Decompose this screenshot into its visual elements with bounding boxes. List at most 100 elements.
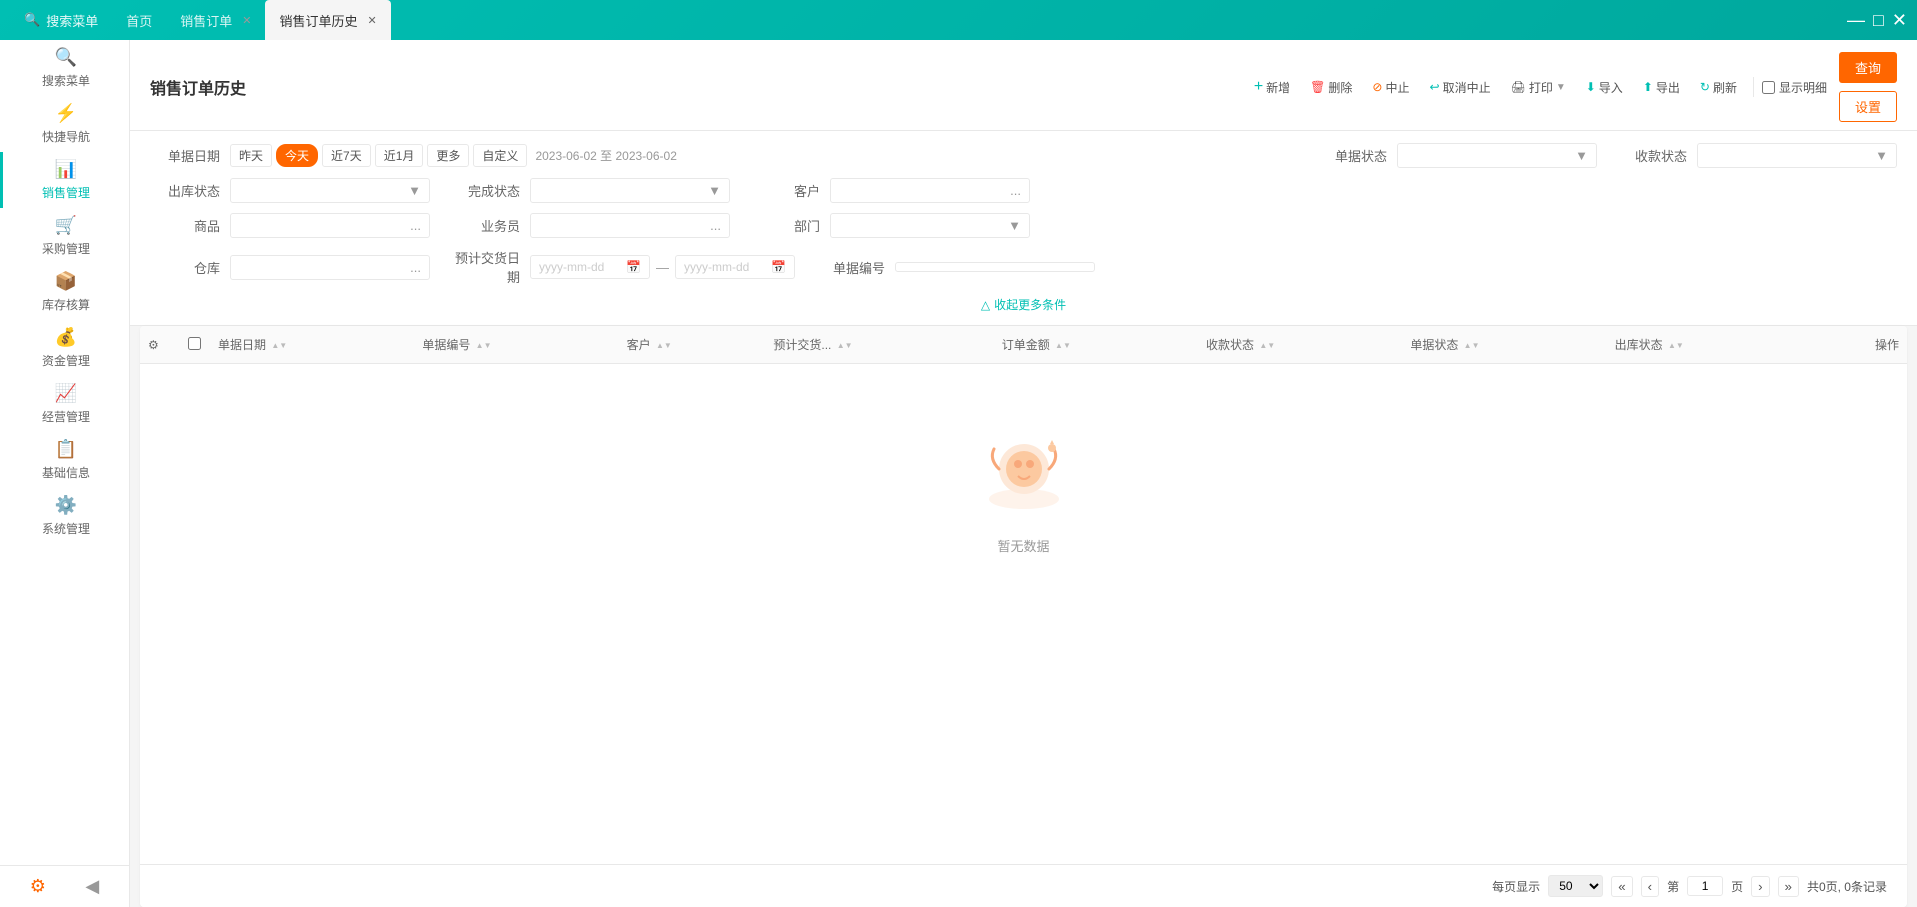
settings-col-header[interactable]: ⚙ <box>140 326 180 364</box>
th-amount-label: 订单金额 <box>1002 338 1050 352</box>
date-btn-last7[interactable]: 近7天 <box>322 144 371 167</box>
complete-status-select[interactable]: ▼ <box>530 178 730 203</box>
page-size-select[interactable]: 50 10 20 100 <box>1548 875 1603 897</box>
pay-status-select[interactable]: ▼ <box>1697 143 1897 168</box>
main-layout: 🔍 搜索菜单 ⚡ 快捷导航 📊 销售管理 🛒 采购管理 📦 库存核算 💰 资金管… <box>0 40 1917 907</box>
th-out-status-sort: ▲▼ <box>1668 342 1684 350</box>
settings-button[interactable]: 设置 <box>1839 91 1897 122</box>
import-button[interactable]: ⬇ 导入 <box>1578 74 1631 101</box>
th-ops: 操作 <box>1811 326 1907 364</box>
toolbar-divider <box>1753 77 1754 97</box>
sidebar-item-finance[interactable]: 💰 资金管理 <box>0 320 129 376</box>
complete-status-label: 完成状态 <box>450 181 530 200</box>
sidebar-item-purchase[interactable]: 🛒 采购管理 <box>0 208 129 264</box>
refresh-button[interactable]: ↻ 刷新 <box>1692 74 1745 101</box>
date-label: 单据日期 <box>150 146 230 165</box>
sidebar-item-search[interactable]: 🔍 搜索菜单 <box>0 40 129 96</box>
date-btn-today[interactable]: 今天 <box>276 144 318 167</box>
th-customer[interactable]: 客户 ▲▼ <box>619 326 766 364</box>
select-all-checkbox[interactable] <box>188 337 201 350</box>
first-page-btn[interactable]: « <box>1611 876 1632 897</box>
minimize-btn[interactable]: — <box>1847 10 1865 31</box>
tab-sales-order-close[interactable]: ✕ <box>242 14 251 27</box>
out-status-select[interactable]: ▼ <box>230 178 430 203</box>
new-icon: + <box>1254 78 1263 96</box>
date-btn-last1month[interactable]: 近1月 <box>375 144 424 167</box>
stop-icon: ⊘ <box>1372 80 1382 94</box>
table-header-row: ⚙ 单据日期 ▲▼ 单据编号 ▲▼ <box>140 326 1907 364</box>
salesperson-ellipsis-icon[interactable]: ... <box>710 218 721 233</box>
th-delivery[interactable]: 预计交货... ▲▼ <box>765 326 993 364</box>
page-number-input[interactable] <box>1687 876 1723 896</box>
order-status-select[interactable]: ▼ <box>1397 143 1597 168</box>
sidebar-item-operations[interactable]: 📈 经营管理 <box>0 376 129 432</box>
close-window-btn[interactable]: ✕ <box>1892 10 1907 31</box>
query-button[interactable]: 查询 <box>1839 52 1897 83</box>
th-out-status[interactable]: 出库状态 ▲▼ <box>1607 326 1811 364</box>
search-icon: 🔍 <box>24 12 40 28</box>
tab-sales-order-history[interactable]: 销售订单历史 ✕ <box>265 0 390 40</box>
tab-sales-order-history-close[interactable]: ✕ <box>367 14 376 27</box>
calendar-to-icon[interactable]: 📅 <box>771 260 786 274</box>
collapse-button[interactable]: △ 收起更多条件 <box>150 296 1897 313</box>
th-customer-label: 客户 <box>627 338 651 352</box>
search-menu-item[interactable]: 🔍 搜索菜单 <box>10 0 112 40</box>
th-amount[interactable]: 订单金额 ▲▼ <box>994 326 1198 364</box>
customer-ellipsis-icon[interactable]: ... <box>1010 183 1021 198</box>
page-header: 销售订单历史 + 新增 🗑 删除 ⊘ 中止 ↩ 取消中止 <box>130 40 1917 131</box>
show-details-checkbox[interactable] <box>1762 81 1775 94</box>
cancel-stop-button[interactable]: ↩ 取消中止 <box>1422 74 1499 101</box>
delete-button[interactable]: 🗑 删除 <box>1302 74 1360 101</box>
export-button[interactable]: ⬆ 导出 <box>1635 74 1688 101</box>
th-order-status[interactable]: 单据状态 ▲▼ <box>1402 326 1606 364</box>
prev-page-btn[interactable]: ‹ <box>1641 876 1659 897</box>
table-settings-icon[interactable]: ⚙ <box>148 338 159 352</box>
sidebar-item-system[interactable]: ⚙️ 系统管理 <box>0 488 129 544</box>
sidebar-baseinfo-label: 基础信息 <box>42 464 90 481</box>
tab-sales-order[interactable]: 销售订单 ✕ <box>166 0 265 40</box>
date-btn-more[interactable]: 更多 <box>427 144 469 167</box>
dept-select[interactable]: ▼ <box>830 213 1030 238</box>
sidebar-item-baseinfo[interactable]: 📋 基础信息 <box>0 432 129 488</box>
calendar-from-icon[interactable]: 📅 <box>626 260 641 274</box>
salesperson-field[interactable]: ... <box>530 213 730 238</box>
checkbox-col-header[interactable] <box>180 326 210 364</box>
print-label: 打印 <box>1529 79 1553 96</box>
delivery-date-from[interactable]: yyyy-mm-dd 📅 <box>530 255 650 279</box>
th-delivery-label: 预计交货... <box>773 338 831 352</box>
sidebar-item-sales[interactable]: 📊 销售管理 <box>0 152 129 208</box>
stop-button[interactable]: ⊘ 中止 <box>1364 74 1417 101</box>
new-button[interactable]: + 新增 <box>1246 73 1298 101</box>
th-date[interactable]: 单据日期 ▲▼ <box>210 326 414 364</box>
th-no[interactable]: 单据编号 ▲▼ <box>414 326 618 364</box>
collapse-label: 收起更多条件 <box>994 296 1066 313</box>
maximize-btn[interactable]: □ <box>1873 10 1884 31</box>
th-pay-status[interactable]: 收款状态 ▲▼ <box>1198 326 1402 364</box>
goods-ellipsis-icon[interactable]: ... <box>410 218 421 233</box>
show-details-checkbox-label[interactable]: 显示明细 <box>1762 79 1827 96</box>
export-label: 导出 <box>1656 79 1680 96</box>
page-title: 销售订单历史 <box>150 75 246 99</box>
date-btn-custom[interactable]: 自定义 <box>473 144 527 167</box>
last-page-btn[interactable]: » <box>1778 876 1799 897</box>
sidebar-collapse-icon[interactable]: ◀ <box>85 876 99 897</box>
next-page-btn[interactable]: › <box>1751 876 1769 897</box>
tab-home[interactable]: 首页 <box>112 0 166 40</box>
warehouse-ellipsis-icon[interactable]: ... <box>410 260 421 275</box>
order-no-input[interactable] <box>895 262 1095 272</box>
sidebar-item-quicknav[interactable]: ⚡ 快捷导航 <box>0 96 129 152</box>
out-status-label: 出库状态 <box>150 181 230 200</box>
goods-field[interactable]: ... <box>230 213 430 238</box>
system-icon: ⚙️ <box>55 495 77 516</box>
customer-field[interactable]: ... <box>830 178 1030 203</box>
sidebar-item-inventory[interactable]: 📦 库存核算 <box>0 264 129 320</box>
sidebar-settings-icon[interactable]: ⚙ <box>30 876 46 897</box>
collapse-up-icon: △ <box>981 298 990 312</box>
cancel-stop-icon: ↩ <box>1430 80 1440 94</box>
warehouse-field[interactable]: ... <box>230 255 430 280</box>
date-btn-yesterday[interactable]: 昨天 <box>230 144 272 167</box>
export-icon: ⬆ <box>1643 80 1653 94</box>
delivery-date-to[interactable]: yyyy-mm-dd 📅 <box>675 255 795 279</box>
print-button[interactable]: 🖨 打印 ▼ <box>1503 74 1574 101</box>
th-out-status-label: 出库状态 <box>1615 338 1663 352</box>
